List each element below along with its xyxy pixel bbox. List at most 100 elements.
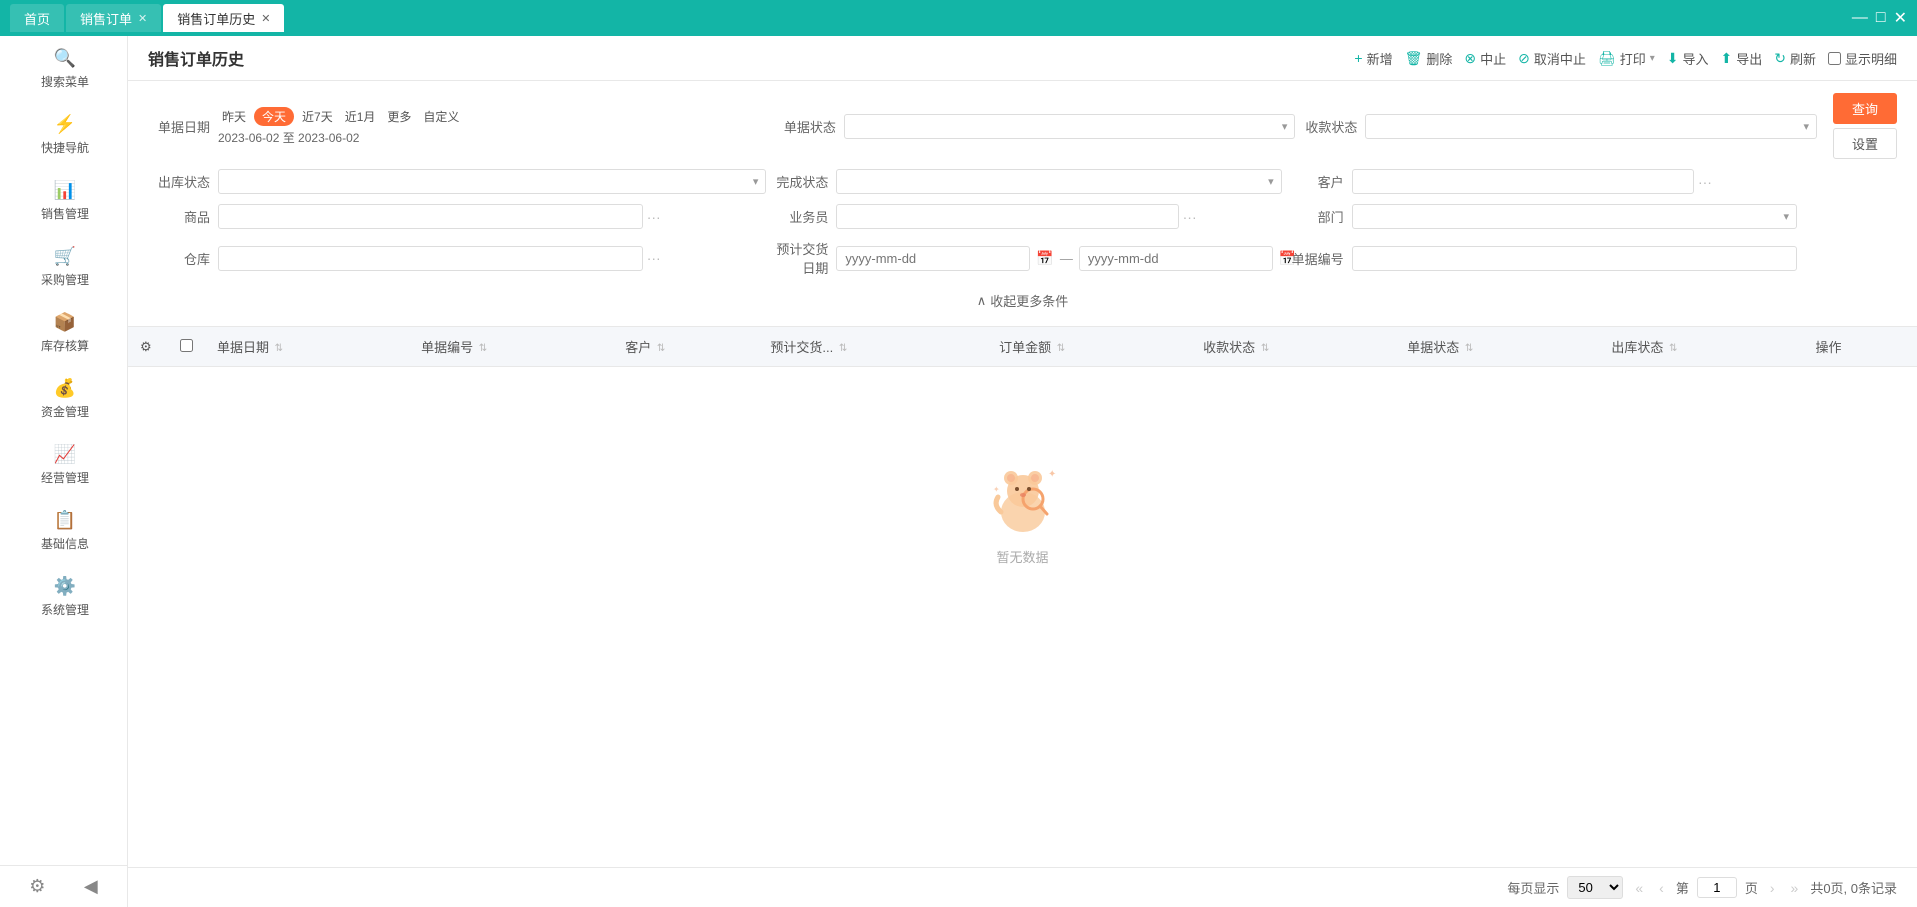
sidebar-item-ops[interactable]: 📈 经营管理 (0, 432, 127, 498)
prev-page-btn[interactable]: ‹ (1655, 878, 1668, 898)
th-no-label: 单据编号 (421, 340, 473, 355)
date-tab-last1m[interactable]: 近1月 (341, 107, 380, 126)
th-doc-status[interactable]: 单据状态 ⇅ (1395, 327, 1599, 367)
delete-button[interactable]: 🗑 删除 (1405, 49, 1453, 68)
delete-label: 删除 (1426, 49, 1452, 68)
sidebar-item-funds-label: 资金管理 (41, 403, 89, 420)
sidebar-item-inventory[interactable]: 📦 库存核算 (0, 300, 127, 366)
display-dense-checkbox[interactable] (1828, 52, 1841, 65)
dept-select-wrapper: ▾ (1352, 204, 1797, 229)
customer-input[interactable] (1352, 169, 1694, 194)
tab-home[interactable]: 首页 (10, 4, 64, 32)
collapse-button[interactable]: ∧ 收起更多条件 (977, 291, 1069, 310)
delivery-cal-from-icon[interactable]: 📅 (1036, 250, 1053, 267)
table-header-row: ⚙ 单据日期 ⇅ 单据编号 ⇅ (128, 327, 1917, 367)
pay-status-select[interactable] (1365, 114, 1817, 139)
th-settings[interactable]: ⚙ (128, 327, 168, 367)
date-tab-more[interactable]: 更多 (383, 107, 415, 126)
th-amount-label: 订单金额 (999, 340, 1051, 355)
tab-sales-order[interactable]: 销售订单 ✕ (66, 4, 161, 32)
filter-area: 单据日期 昨天 今天 近7天 近1月 更多 自定义 2023-06-02 至 2… (128, 81, 1917, 327)
tab-sales-order-history[interactable]: 销售订单历史 ✕ (163, 4, 284, 32)
sales-mgmt-icon: 📊 (54, 180, 76, 201)
date-tab-today[interactable]: 今天 (254, 107, 294, 126)
next-page-btn[interactable]: › (1766, 878, 1779, 898)
th-pay-status[interactable]: 收款状态 ⇅ (1191, 327, 1395, 367)
th-customer[interactable]: 客户 ⇅ (613, 327, 758, 367)
page-number-input[interactable]: 1 (1697, 877, 1737, 898)
goods-input[interactable] (218, 204, 643, 229)
date-tab-custom[interactable]: 自定义 (419, 107, 463, 126)
goods-ellipsis[interactable]: ··· (643, 209, 665, 225)
sidebar-settings-icon[interactable]: ⚙ (29, 876, 45, 897)
svg-text:✦: ✦ (993, 485, 1000, 494)
th-date[interactable]: 单据日期 ⇅ (205, 327, 409, 367)
delivery-date-from[interactable] (836, 246, 1030, 271)
outbound-select[interactable] (218, 169, 766, 194)
print-button[interactable]: 🖨 打印 ▾ (1598, 49, 1655, 68)
th-amount-sort: ⇅ (1057, 343, 1065, 354)
collapse-up-icon: ∧ (977, 293, 987, 309)
sidebar-item-basic-info[interactable]: 📋 基础信息 (0, 498, 127, 564)
set-button[interactable]: 设置 (1833, 128, 1897, 159)
sales-person-ellipsis[interactable]: ··· (1179, 209, 1201, 225)
th-checkbox[interactable] (168, 327, 205, 367)
delivery-date-to[interactable] (1079, 246, 1273, 271)
th-out-status[interactable]: 出库状态 ⇅ (1599, 327, 1803, 367)
display-dense-toggle[interactable]: 显示明细 (1828, 49, 1897, 68)
th-delivery[interactable]: 预计交货... ⇅ (758, 327, 987, 367)
top-bar: 首页 销售订单 ✕ 销售订单历史 ✕ — □ ✕ (0, 0, 1917, 36)
sidebar-item-quick-nav[interactable]: ⚡ 快捷导航 (0, 102, 127, 168)
date-label: 单据日期 (148, 117, 218, 136)
funds-icon: 💰 (54, 378, 76, 399)
minimize-btn[interactable]: — (1852, 9, 1868, 27)
th-delivery-label: 预计交货... (770, 340, 833, 355)
outbound-label: 出库状态 (148, 172, 218, 191)
first-page-btn[interactable]: « (1631, 878, 1647, 898)
date-tab-yesterday[interactable]: 昨天 (218, 107, 250, 126)
page-title: 销售订单历史 (148, 46, 244, 70)
query-button[interactable]: 查询 (1833, 93, 1897, 124)
last-page-btn[interactable]: » (1787, 878, 1803, 898)
maximize-btn[interactable]: □ (1876, 9, 1886, 27)
dept-select[interactable] (1352, 204, 1797, 229)
warehouse-input[interactable] (218, 246, 643, 271)
print-label: 打印 (1620, 49, 1646, 68)
stop-button[interactable]: ⊗ 中止 (1464, 49, 1506, 68)
sales-person-input[interactable] (836, 204, 1178, 229)
tab-sales-order-close[interactable]: ✕ (138, 12, 147, 25)
sidebar-item-search-menu[interactable]: 🔍 搜索菜单 (0, 36, 127, 102)
export-button[interactable]: ⬆ 导出 (1720, 49, 1762, 68)
date-tab-last7[interactable]: 近7天 (298, 107, 337, 126)
cancel-stop-button[interactable]: ⊘ 取消中止 (1518, 49, 1586, 68)
th-no[interactable]: 单据编号 ⇅ (409, 327, 613, 367)
filter-doc-status: 单据状态 ▾ (774, 114, 1296, 139)
sidebar-item-purchase-mgmt[interactable]: 🛒 采购管理 (0, 234, 127, 300)
warehouse-label: 仓库 (148, 249, 218, 268)
print-dropdown-icon: ▾ (1650, 53, 1655, 64)
tab-sales-order-history-close[interactable]: ✕ (261, 12, 270, 25)
refresh-button[interactable]: ↻ 刷新 (1774, 49, 1816, 68)
import-button[interactable]: ⬇ 导入 (1667, 49, 1709, 68)
customer-ellipsis[interactable]: ··· (1694, 174, 1716, 190)
complete-select[interactable] (836, 169, 1281, 194)
export-label: 导出 (1736, 49, 1762, 68)
sidebar-item-funds[interactable]: 💰 资金管理 (0, 366, 127, 432)
sidebar-item-system-mgmt[interactable]: ⚙️ 系统管理 (0, 564, 127, 630)
th-amount[interactable]: 订单金额 ⇅ (987, 327, 1191, 367)
sidebar-collapse-icon[interactable]: ◀ (84, 876, 98, 897)
doc-no-input[interactable] (1352, 246, 1797, 271)
warehouse-ellipsis[interactable]: ··· (643, 250, 665, 266)
sidebar-item-sales-mgmt[interactable]: 📊 销售管理 (0, 168, 127, 234)
filter-pay-status: 收款状态 ▾ (1295, 114, 1817, 139)
page-size-select[interactable]: 50 20 100 (1567, 876, 1623, 899)
empty-text: 暂无数据 (996, 547, 1048, 566)
close-btn[interactable]: ✕ (1894, 8, 1907, 28)
complete-select-wrapper: ▾ (836, 169, 1281, 194)
empty-state: ✦ ✦ 暂无数据 (128, 367, 1917, 646)
add-button[interactable]: + 新增 (1354, 49, 1392, 68)
doc-status-select[interactable] (844, 114, 1296, 139)
select-all-checkbox[interactable] (180, 339, 193, 352)
doc-no-label: 单据编号 (1282, 249, 1352, 268)
status-label: 单据状态 (774, 117, 844, 136)
